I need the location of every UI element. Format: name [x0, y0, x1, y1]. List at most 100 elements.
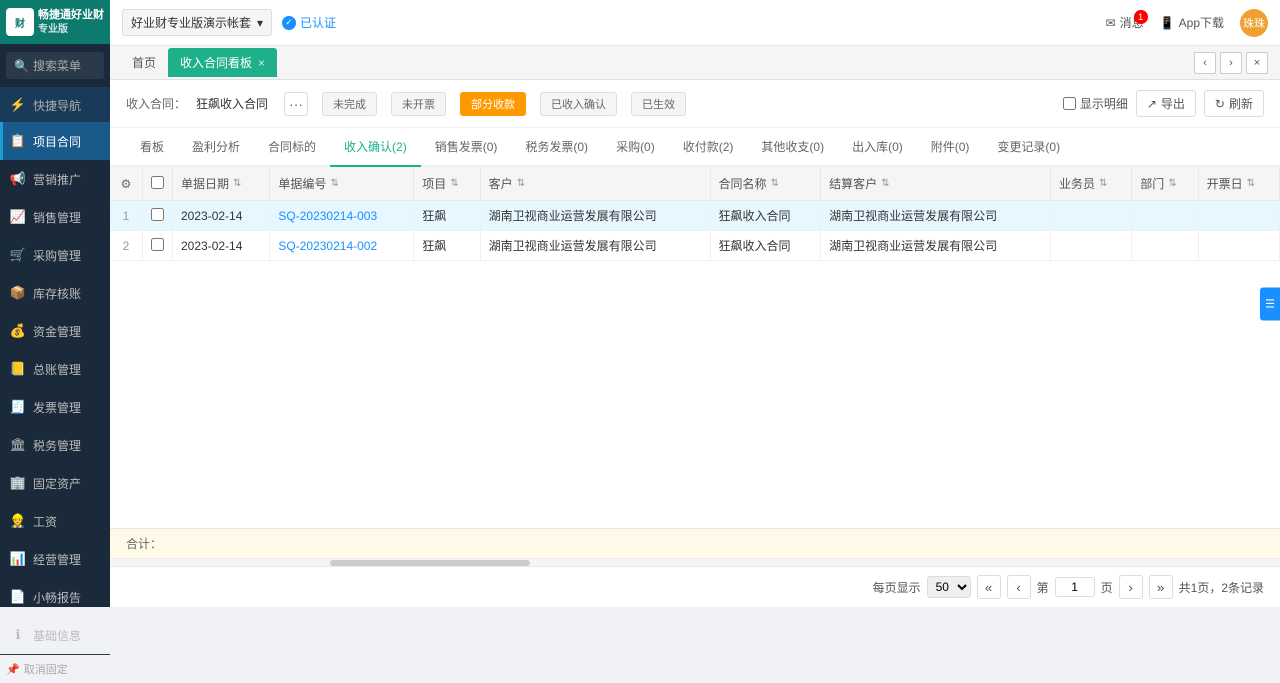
date-col-header[interactable]: 单据日期 ⇅: [173, 167, 270, 201]
number-col-header[interactable]: 单据编号 ⇅: [270, 167, 414, 201]
settlement-customer-col-header[interactable]: 结算客户 ⇅: [821, 167, 1051, 201]
sidebar-item-tax[interactable]: 🏛 税务管理: [0, 426, 110, 464]
tab-contract-std[interactable]: 合同标的: [254, 128, 330, 167]
salesperson-col-header[interactable]: 业务员 ⇅: [1051, 167, 1132, 201]
more-options-button[interactable]: ···: [284, 92, 308, 116]
unpin-button[interactable]: 📌 取消固定: [0, 654, 110, 683]
customer-sort-icon: ⇅: [517, 178, 525, 189]
row-salesperson-1: [1051, 201, 1132, 231]
status-confirmed-button[interactable]: 已收入确认: [540, 92, 617, 116]
tab-prev-button[interactable]: ‹: [1194, 52, 1216, 74]
settings-col-header: ⚙: [110, 167, 143, 201]
sidebar-item-inventory[interactable]: 📦 库存核账: [0, 274, 110, 312]
sidebar-item-labor[interactable]: 👷 工资: [0, 502, 110, 540]
tab-income-confirm[interactable]: 收入确认(2): [330, 128, 421, 167]
tab-next-button[interactable]: ›: [1220, 52, 1242, 74]
row-department-2: [1132, 231, 1198, 261]
basic-info-icon: ℹ: [9, 626, 27, 644]
next-page-button[interactable]: ›: [1119, 575, 1143, 599]
export-icon: ↗: [1147, 97, 1157, 111]
search-menu-button[interactable]: 🔍 搜索菜单: [6, 52, 104, 79]
contract-name-sort-icon: ⇅: [771, 178, 779, 189]
table-row[interactable]: 2 2023-02-14 SQ-20230214-002 狂飙 湖南卫视商业运营…: [110, 231, 1280, 261]
department-col-header[interactable]: 部门 ⇅: [1132, 167, 1198, 201]
tab-payment[interactable]: 收付款(2): [669, 128, 748, 167]
sidebar-item-general[interactable]: 📒 总账管理: [0, 350, 110, 388]
row-number-2[interactable]: SQ-20230214-002: [270, 231, 414, 261]
pagination: 每页显示 50 « ‹ 第 页 › » 共1页，2条记录: [110, 566, 1280, 607]
row-contract-name-1: 狂飙收入合同: [710, 201, 821, 231]
tab-kanban[interactable]: 看板: [126, 128, 178, 167]
user-profile[interactable]: 珠珠: [1240, 9, 1268, 37]
sidebar-item-basic-info[interactable]: ℹ 基础信息: [0, 616, 110, 654]
tab-sales-invoice[interactable]: 销售发票(0): [421, 128, 512, 167]
search-section: 🔍 搜索菜单: [0, 44, 110, 88]
export-button[interactable]: ↗ 导出: [1136, 90, 1196, 117]
sales-icon: 📈: [9, 208, 27, 226]
sidebar-item-fixed-assets[interactable]: 🏢 固定资产: [0, 464, 110, 502]
sidebar-item-mini-reports[interactable]: 📄 小畅报告: [0, 578, 110, 616]
tab-close-button[interactable]: ×: [1246, 52, 1268, 74]
right-panel-button[interactable]: ☰: [1260, 287, 1280, 320]
page: 收入合同： 狂飙收入合同 ··· 未完成 未开票 部分收款 已收入确认 已生效: [110, 80, 1280, 607]
income-contract-tab[interactable]: 收入合同看板 ×: [168, 48, 277, 77]
row-number-1[interactable]: SQ-20230214-003: [270, 201, 414, 231]
marketing-icon: 📢: [9, 170, 27, 188]
row-checkbox-2[interactable]: [143, 231, 173, 261]
number-sort-icon: ⇅: [330, 178, 338, 189]
column-settings-icon[interactable]: ⚙: [118, 176, 134, 192]
tab-attachment[interactable]: 附件(0): [917, 128, 984, 167]
sidebar-item-invoice[interactable]: 🧾 发票管理: [0, 388, 110, 426]
checkbox-col-header: [143, 167, 173, 201]
breadcrumb-prefix: 收入合同：: [126, 95, 186, 112]
operations-icon: 📊: [9, 550, 27, 568]
fund-icon: 💰: [9, 322, 27, 340]
home-tab[interactable]: 首页: [122, 48, 166, 77]
message-button[interactable]: ✉ 消息 1: [1106, 14, 1144, 31]
sidebar-item-marketing[interactable]: 📢 营销推广: [0, 160, 110, 198]
project-col-header[interactable]: 项目 ⇅: [414, 167, 480, 201]
show-detail-input[interactable]: [1063, 97, 1076, 110]
app-download-button[interactable]: 📱 App下载: [1160, 14, 1224, 31]
close-tab-button[interactable]: ×: [258, 56, 265, 70]
tab-change-log[interactable]: 变更记录(0): [983, 128, 1074, 167]
customer-col-header[interactable]: 客户 ⇅: [480, 167, 710, 201]
sidebar-item-quick-nav[interactable]: ⚡ 快捷导航: [0, 88, 110, 122]
page-size-select[interactable]: 50: [927, 576, 971, 598]
table-row[interactable]: 1 2023-02-14 SQ-20230214-003 狂飙 湖南卫视商业运营…: [110, 201, 1280, 231]
page-number-input[interactable]: [1055, 577, 1095, 597]
contract-name-col-header[interactable]: 合同名称 ⇅: [710, 167, 821, 201]
company-selector[interactable]: 好业财专业版演示帐套 ▾: [122, 9, 272, 36]
selector-chevron-icon: ▾: [257, 16, 263, 30]
select-all-checkbox[interactable]: [151, 176, 164, 189]
status-effective-button[interactable]: 已生效: [631, 92, 686, 116]
tab-tax-invoice[interactable]: 税务发票(0): [511, 128, 602, 167]
row-contract-name-2: 狂飙收入合同: [710, 231, 821, 261]
tab-purchase[interactable]: 采购(0): [602, 128, 669, 167]
quick-nav-icon: ⚡: [9, 96, 27, 114]
page-unit: 页: [1101, 579, 1113, 596]
sidebar-item-operations[interactable]: 📊 经营管理: [0, 540, 110, 578]
message-badge: 1: [1134, 10, 1148, 24]
sidebar-item-sales[interactable]: 📈 销售管理: [0, 198, 110, 236]
first-page-button[interactable]: «: [977, 575, 1001, 599]
row-checkbox-1[interactable]: [143, 201, 173, 231]
page-label: 第: [1037, 579, 1049, 596]
tab-profit[interactable]: 盈利分析: [178, 128, 254, 167]
scrollbar-thumb[interactable]: [330, 560, 530, 566]
status-incomplete-button[interactable]: 未完成: [322, 92, 377, 116]
sidebar-item-project[interactable]: 📋 项目合同: [0, 122, 110, 160]
status-partial-button[interactable]: 部分收款: [460, 92, 526, 116]
last-page-button[interactable]: »: [1149, 575, 1173, 599]
row-invoice-date-2: [1198, 231, 1279, 261]
sidebar-item-purchase[interactable]: 🛒 采购管理: [0, 236, 110, 274]
invoice-date-col-header[interactable]: 开票日 ⇅: [1198, 167, 1279, 201]
tab-other-income[interactable]: 其他收支(0): [747, 128, 838, 167]
tab-inout[interactable]: 出入库(0): [838, 128, 917, 167]
horizontal-scrollbar[interactable]: [110, 558, 1280, 566]
refresh-button[interactable]: ↻ 刷新: [1204, 90, 1264, 117]
status-uninvoiced-button[interactable]: 未开票: [391, 92, 446, 116]
sidebar-item-fund[interactable]: 💰 资金管理: [0, 312, 110, 350]
prev-page-button[interactable]: ‹: [1007, 575, 1031, 599]
show-detail-checkbox[interactable]: 显示明细: [1063, 95, 1128, 112]
